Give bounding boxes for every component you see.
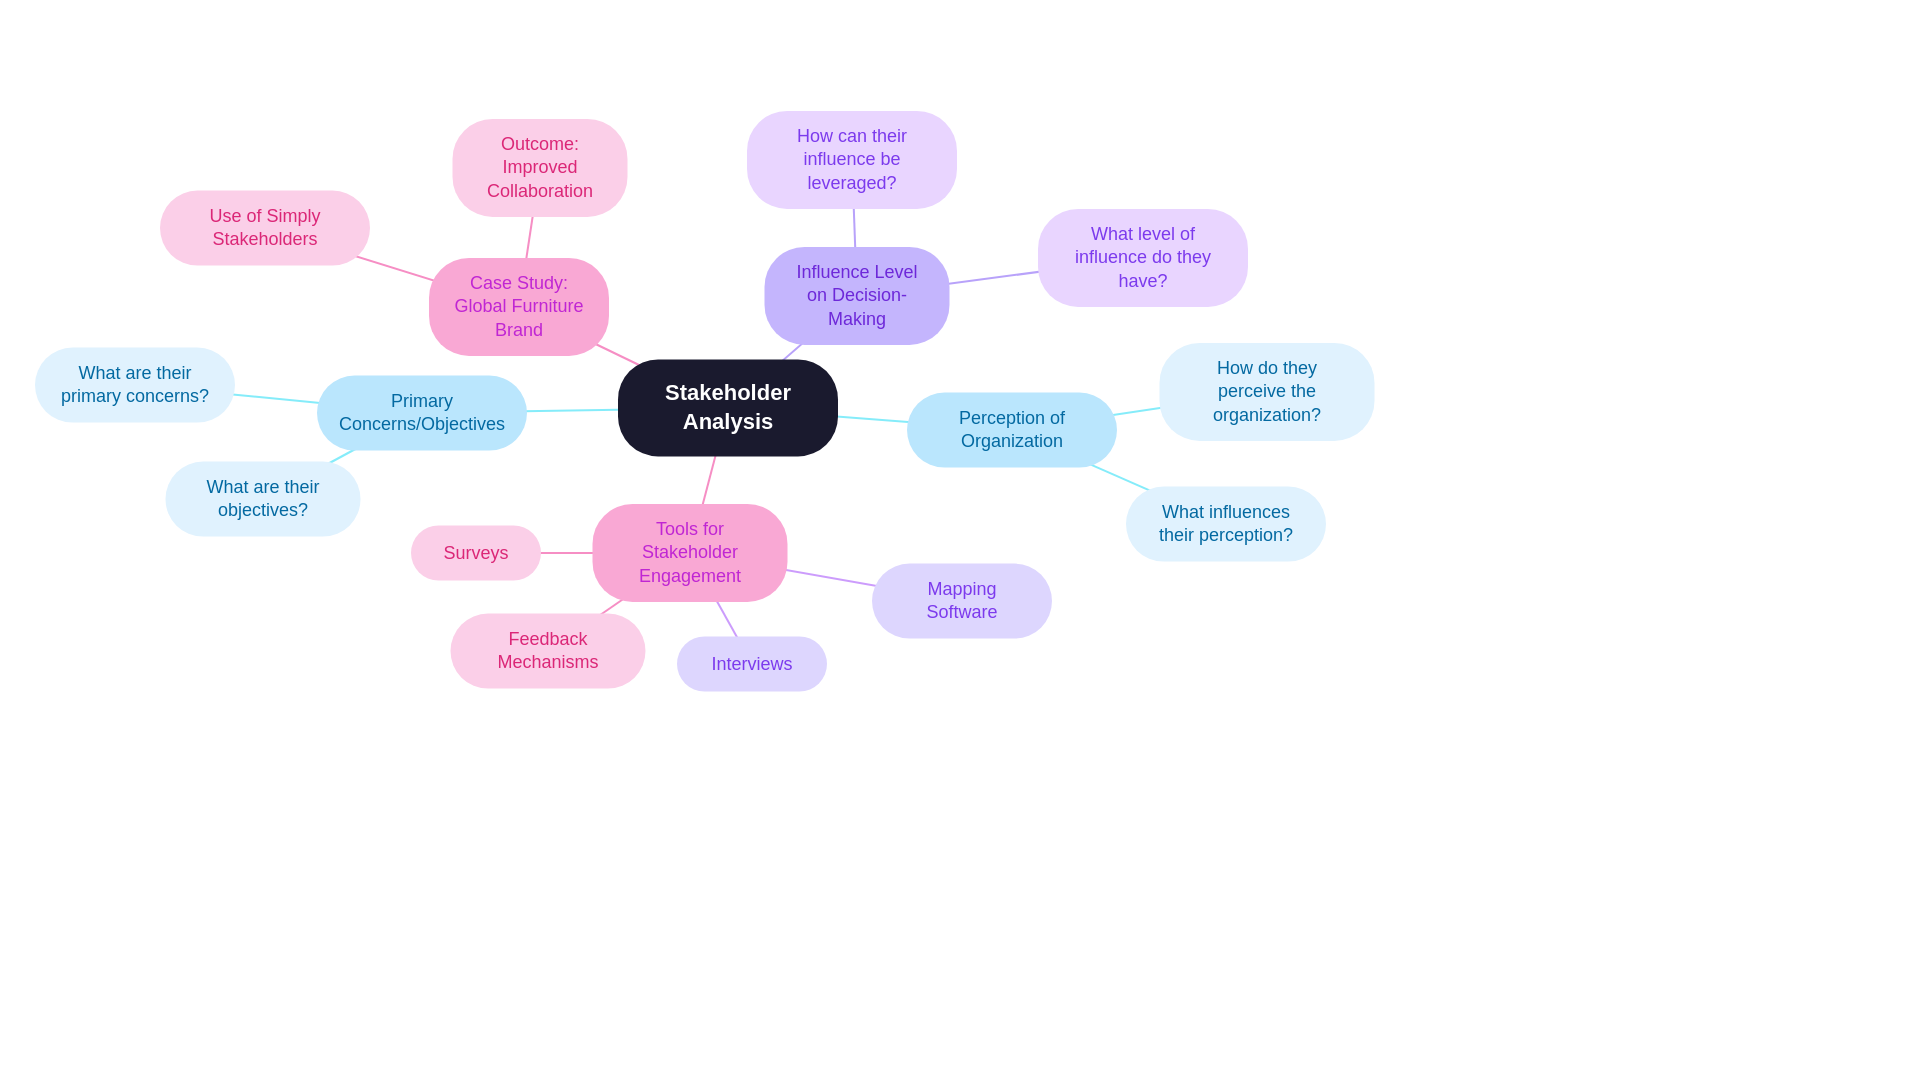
node-primary_concerns_q2[interactable]: What are their objectives? — [166, 462, 361, 537]
node-interviews[interactable]: Interviews — [677, 637, 827, 692]
node-case_study[interactable]: Case Study: Global Furniture Brand — [429, 258, 609, 356]
node-primary_concerns[interactable]: Primary Concerns/Objectives — [317, 376, 527, 451]
node-tools[interactable]: Tools for Stakeholder Engagement — [593, 504, 788, 602]
node-use_of_simply[interactable]: Use of Simply Stakeholders — [160, 191, 370, 266]
node-primary_concerns_q1[interactable]: What are their primary concerns? — [35, 348, 235, 423]
node-surveys[interactable]: Surveys — [411, 526, 541, 581]
node-outcome[interactable]: Outcome: Improved Collaboration — [453, 119, 628, 217]
node-center[interactable]: Stakeholder Analysis — [618, 359, 838, 456]
node-perception_q1[interactable]: How do they perceive the organization? — [1160, 343, 1375, 441]
node-influence_q1[interactable]: How can their influence be leveraged? — [747, 111, 957, 209]
node-influence_level[interactable]: Influence Level on Decision-Making — [765, 247, 950, 345]
connections-svg — [0, 0, 1920, 1083]
node-perception_q2[interactable]: What influences their perception? — [1126, 487, 1326, 562]
node-influence_q2[interactable]: What level of influence do they have? — [1038, 209, 1248, 307]
node-feedback[interactable]: Feedback Mechanisms — [451, 614, 646, 689]
node-perception[interactable]: Perception of Organization — [907, 393, 1117, 468]
node-mapping_software[interactable]: Mapping Software — [872, 564, 1052, 639]
mind-map: Stakeholder AnalysisCase Study: Global F… — [0, 0, 1920, 1083]
